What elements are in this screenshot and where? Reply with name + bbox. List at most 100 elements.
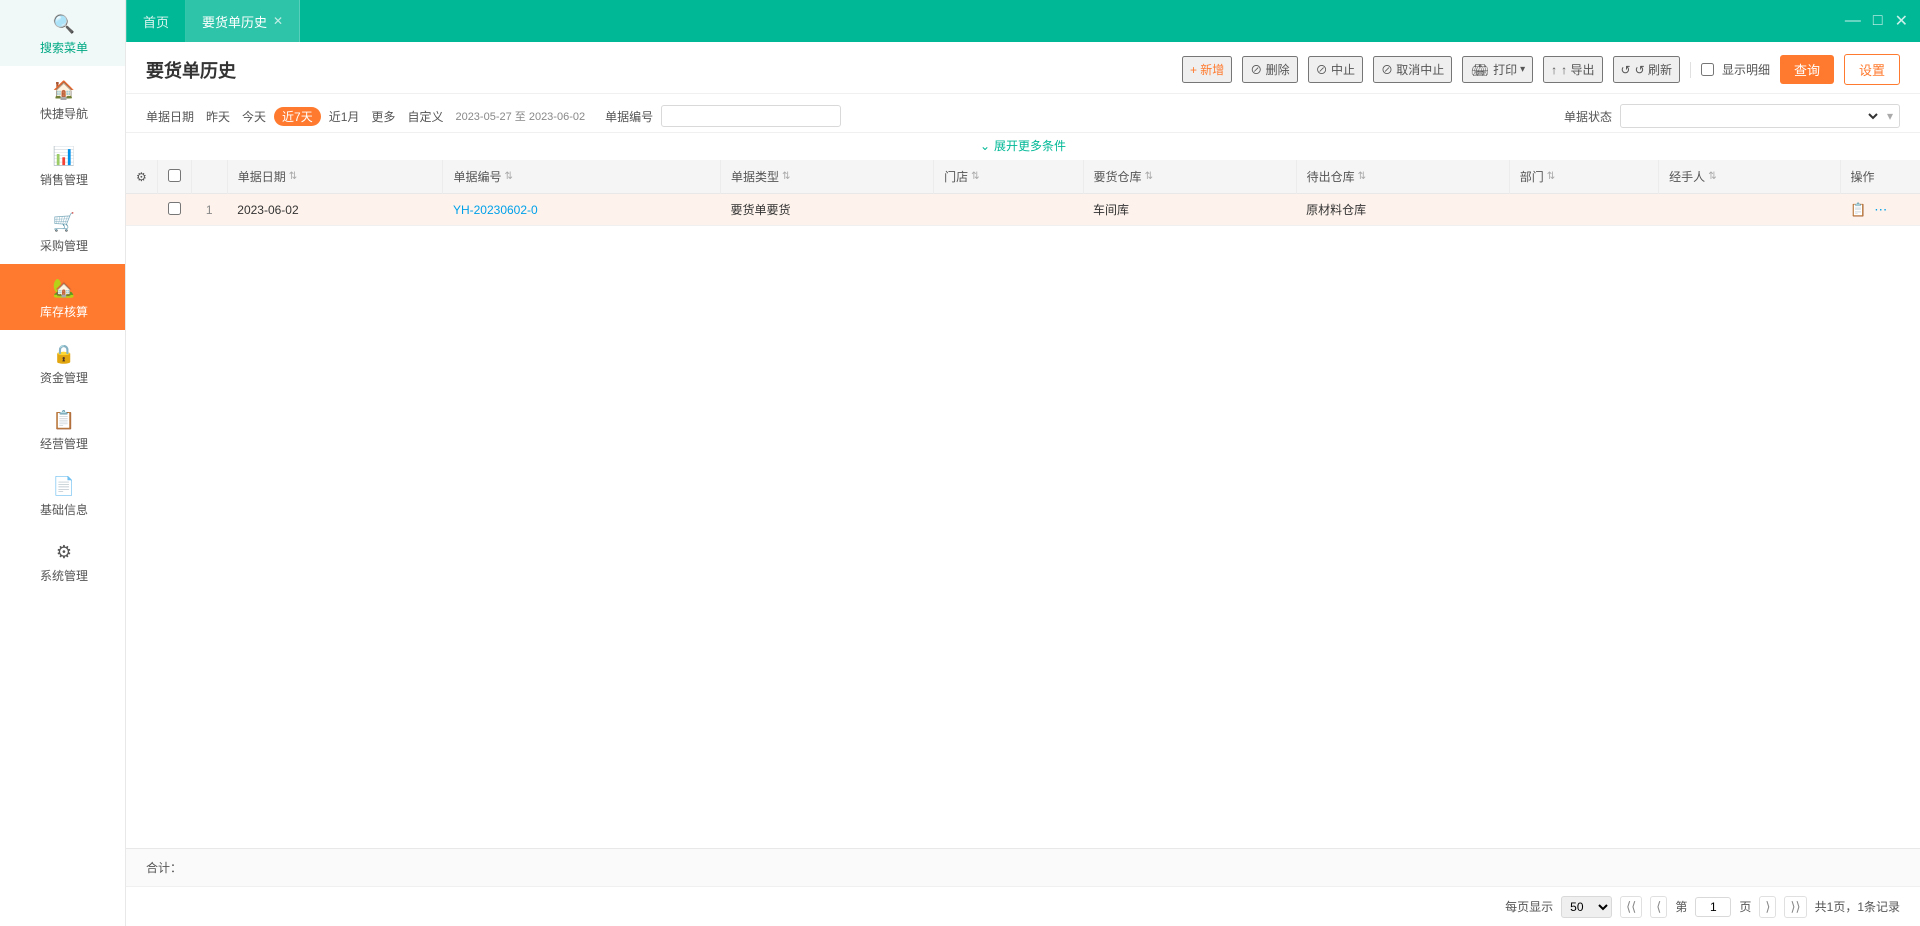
sidebar-icon-operation: 📋 <box>53 410 75 431</box>
last-page-button[interactable]: ⟩⟩ <box>1784 896 1806 918</box>
pending-wh-sort-icon: ⇅ <box>1358 171 1366 182</box>
row-pending-warehouse: 原材料仓库 <box>1296 194 1509 226</box>
date-filter-label: 单据日期 <box>146 108 194 125</box>
page-title: 要货单历史 <box>146 57 1182 83</box>
print-dropdown-icon: ▾ <box>1520 64 1525 75</box>
sidebar-label-purchase: 采购管理 <box>40 237 88 254</box>
date-btn-recent1m[interactable]: 近1月 <box>325 107 364 126</box>
main-area: 首页要货单历史✕ — □ ✕ 要货单历史 + 新增 ⊘ 删除 ⊘ 中止 ⊘ 取消… <box>126 0 1920 926</box>
row-more-btn[interactable]: ⋯ <box>1874 202 1887 218</box>
status-filter-select[interactable] <box>1621 105 1881 127</box>
th-ops: 操作 <box>1840 160 1920 194</box>
filter-status-group: 单据状态 ▾ <box>1564 104 1900 128</box>
date-btn-custom[interactable]: 自定义 <box>403 107 447 126</box>
settings-button[interactable]: 设置 <box>1844 54 1900 85</box>
billno-filter-input[interactable] <box>661 105 841 127</box>
page-size-select[interactable]: 102050100 <box>1561 896 1612 918</box>
expand-more-label: 展开更多条件 <box>994 137 1066 154</box>
next-page-button[interactable]: ⟩ <box>1759 896 1776 918</box>
sidebar-icon-quick-nav: 🏠 <box>53 80 75 101</box>
th-req-warehouse: 要货仓库⇅ <box>1083 160 1296 194</box>
sidebar-label-quick-nav: 快捷导航 <box>40 105 88 122</box>
table-settings-icon[interactable]: ⚙ <box>136 170 147 184</box>
row-bill-no: YH-20230602-0 <box>443 194 721 226</box>
sidebar-item-finance[interactable]: 🔒资金管理 <box>0 330 125 396</box>
tab-close-requisition-history[interactable]: ✕ <box>273 14 283 28</box>
sidebar: 🔍 搜索菜单 🏠 快捷导航 📊销售管理🛒采购管理🏡库存核算🔒资金管理📋经营管理 📄 基础信息… <box>0 0 126 926</box>
sidebar-label-inventory: 库存核算 <box>40 303 88 320</box>
tab-requisition-history[interactable]: 要货单历史✕ <box>186 0 300 42</box>
top-bar: 首页要货单历史✕ — □ ✕ <box>126 0 1920 42</box>
sidebar-icon-basic: 📄 <box>53 476 75 497</box>
row-checkbox-0[interactable] <box>168 202 181 215</box>
page-label: 第 <box>1675 898 1687 915</box>
new-button[interactable]: + 新增 <box>1182 56 1232 83</box>
select-all-checkbox[interactable] <box>168 169 181 182</box>
sidebar-item-search[interactable]: 🔍 搜索菜单 <box>0 0 125 66</box>
page-input[interactable] <box>1695 897 1731 917</box>
sidebar-item-sales[interactable]: 📊销售管理 <box>0 132 125 198</box>
toolbar: + 新增 ⊘ 删除 ⊘ 中止 ⊘ 取消中止 🖨 🖨 打印 ▾ ↑ ↑ 导出 ↺ … <box>1182 54 1900 85</box>
show-detail-checkbox[interactable] <box>1701 63 1714 76</box>
cancel-stop-button[interactable]: ⊘ 取消中止 <box>1373 56 1452 83</box>
page-label-end: 页 <box>1739 898 1751 915</box>
sidebar-item-inventory[interactable]: 🏡库存核算 <box>0 264 125 330</box>
th-num <box>191 160 227 194</box>
footer-total-label: 合计： <box>146 859 182 876</box>
refresh-button[interactable]: ↺ ↺ 刷新 <box>1613 56 1680 83</box>
export-button[interactable]: ↑ ↑ 导出 <box>1543 56 1602 83</box>
date-btn-more[interactable]: 更多 <box>367 107 399 126</box>
top-bar-right: — □ ✕ <box>1833 11 1920 31</box>
row-num: 1 <box>191 194 227 226</box>
close-button[interactable]: ✕ <box>1895 11 1908 31</box>
status-filter-label: 单据状态 <box>1564 108 1612 125</box>
maximize-button[interactable]: □ <box>1873 12 1883 30</box>
date-btn-recent7[interactable]: 近7天 <box>274 107 321 126</box>
dept-sort-icon: ⇅ <box>1547 171 1555 182</box>
sidebar-label-basic: 基础信息 <box>40 501 88 518</box>
req-wh-sort-icon: ⇅ <box>1145 171 1153 182</box>
row-date: 2023-06-02 <box>227 194 443 226</box>
first-page-button[interactable]: ⟨⟨ <box>1620 896 1642 918</box>
th-settings[interactable]: ⚙ <box>126 160 157 194</box>
tab-home[interactable]: 首页 <box>126 0 186 42</box>
prev-page-button[interactable]: ⟨ <box>1650 896 1667 918</box>
row-bill-no-link[interactable]: YH-20230602-0 <box>453 203 538 217</box>
print-button[interactable]: 🖨 🖨 打印 ▾ <box>1462 56 1533 83</box>
sidebar-icon-sales: 📊 <box>53 146 75 167</box>
table-header-row: ⚙ 单据日期⇅ 单据编号⇅ 单据类型⇅ <box>126 160 1920 194</box>
expand-more-btn[interactable]: ⌄ 展开更多条件 <box>126 133 1920 160</box>
stop-button[interactable]: ⊘ 中止 <box>1308 56 1363 83</box>
row-req-warehouse: 车间库 <box>1083 194 1296 226</box>
row-checkbox-cell <box>157 194 191 226</box>
handler-sort-icon: ⇅ <box>1708 171 1716 182</box>
sidebar-icon-search: 🔍 <box>53 14 75 35</box>
date-btn-today[interactable]: 今天 <box>238 107 270 126</box>
show-detail-label: 显示明细 <box>1722 61 1770 78</box>
sidebar-item-purchase[interactable]: 🛒采购管理 <box>0 198 125 264</box>
store-sort-icon: ⇅ <box>971 171 979 182</box>
delete-button[interactable]: ⊘ 删除 <box>1242 56 1297 83</box>
table-row: 1 2023-06-02 YH-20230602-0 要货单要货 车间库 原材料… <box>126 194 1920 226</box>
row-bill-type: 要货单要货 <box>721 194 934 226</box>
sidebar-item-quick-nav[interactable]: 🏠 快捷导航 <box>0 66 125 132</box>
th-bill-type: 单据类型⇅ <box>721 160 934 194</box>
table-body: 1 2023-06-02 YH-20230602-0 要货单要货 车间库 原材料… <box>126 194 1920 226</box>
th-store: 门店⇅ <box>934 160 1083 194</box>
sidebar-item-operation[interactable]: 📋经营管理 <box>0 396 125 462</box>
minimize-button[interactable]: — <box>1845 12 1861 30</box>
row-settings <box>126 194 157 226</box>
pagination: 每页显示 102050100 ⟨⟨ ⟨ 第 页 ⟩ ⟩⟩ 共1页，1条记录 <box>126 886 1920 926</box>
sidebar-label-search: 搜索菜单 <box>40 39 88 56</box>
query-button[interactable]: 查询 <box>1780 55 1834 84</box>
show-detail-toggle[interactable]: 显示明细 <box>1701 61 1770 78</box>
billno-sort-icon: ⇅ <box>504 171 512 182</box>
page-header: 要货单历史 + 新增 ⊘ 删除 ⊘ 中止 ⊘ 取消中止 🖨 🖨 打印 ▾ ↑ ↑… <box>126 42 1920 94</box>
status-dropdown-icon: ▾ <box>1881 109 1899 123</box>
sidebar-item-basic[interactable]: 📄 基础信息 <box>0 462 125 528</box>
table-footer: 合计： <box>126 848 1920 886</box>
row-edit-btn[interactable]: 📋 <box>1850 202 1866 218</box>
sidebar-item-system[interactable]: ⚙系统管理 <box>0 528 125 594</box>
date-btn-yesterday[interactable]: 昨天 <box>202 107 234 126</box>
th-bill-no: 单据编号⇅ <box>443 160 721 194</box>
